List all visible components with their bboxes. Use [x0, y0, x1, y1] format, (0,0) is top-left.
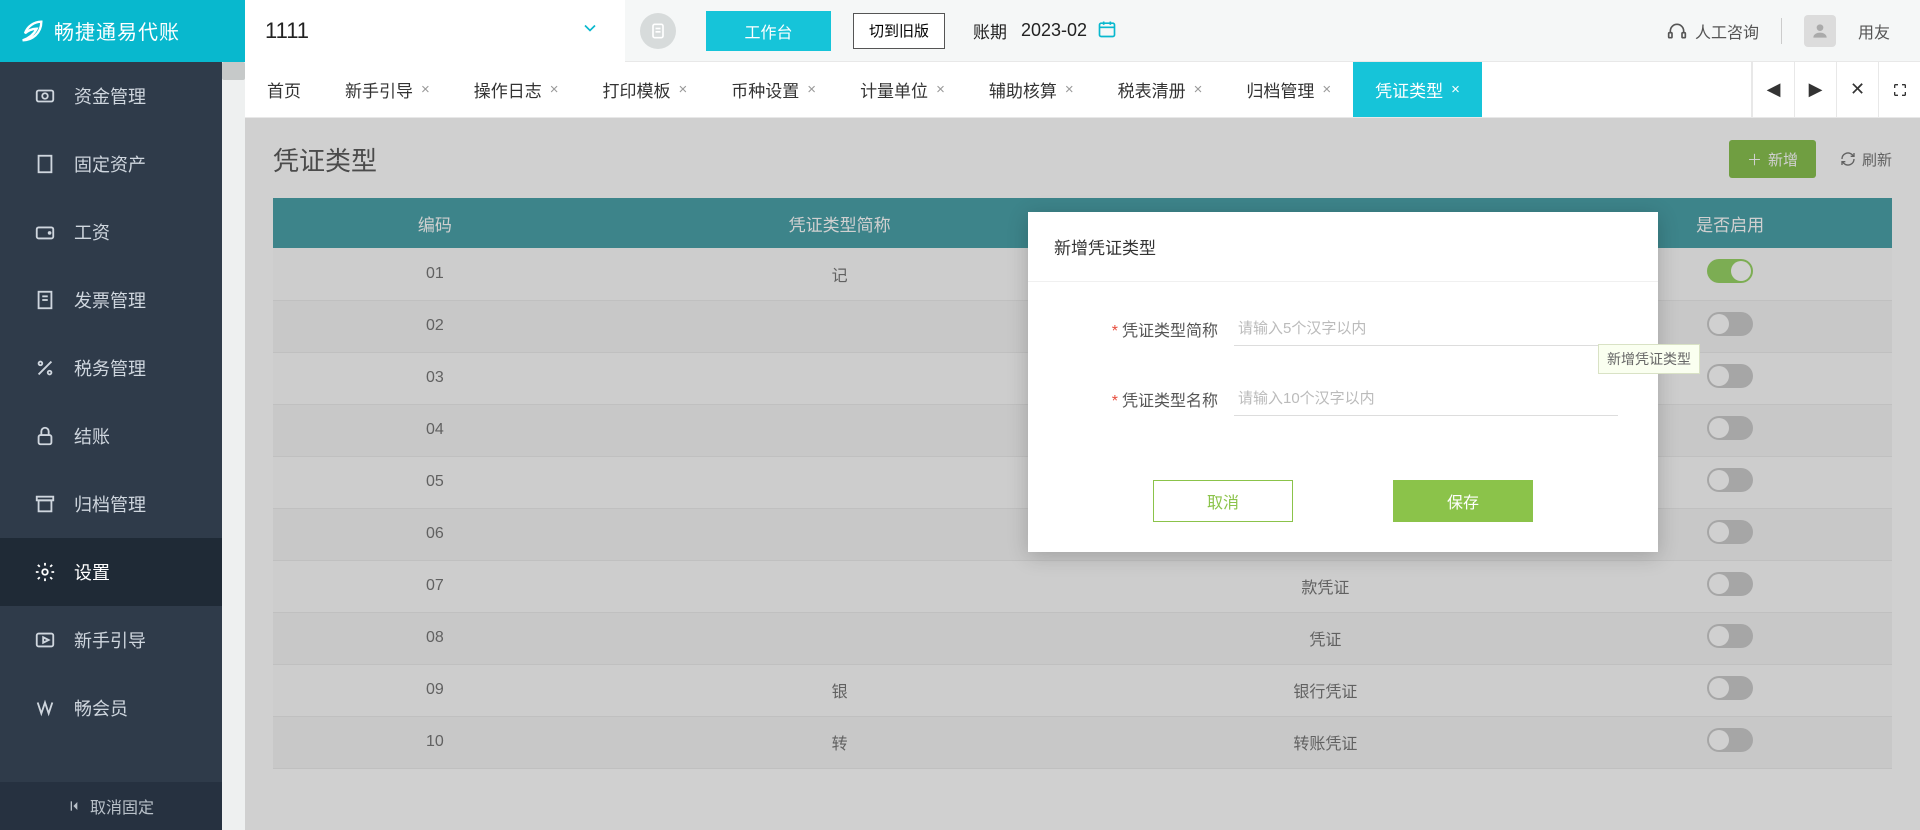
wallet-icon — [34, 221, 56, 243]
workbench-button[interactable]: 工作台 — [706, 11, 831, 51]
tab-计量单位[interactable]: 计量单位 × — [838, 62, 967, 117]
sidebar-item-funds[interactable]: 资金管理 — [0, 62, 222, 130]
close-icon[interactable]: × — [550, 81, 559, 98]
sidebar-item-salary[interactable]: 工资 — [0, 198, 222, 266]
sidebar-unpin[interactable]: 取消固定 — [0, 782, 222, 830]
field-name-label: *凭证类型名称 — [1068, 387, 1218, 411]
receipt-icon — [34, 289, 56, 311]
tab-打印模板[interactable]: 打印模板 × — [581, 62, 710, 117]
field-short-label: *凭证类型简称 — [1068, 317, 1218, 341]
modal-title: 新增凭证类型 — [1028, 212, 1658, 282]
tab-辅助核算[interactable]: 辅助核算 × — [967, 62, 1096, 117]
tab-label: 币种设置 — [731, 77, 799, 102]
separator — [1781, 18, 1782, 44]
close-icon[interactable]: × — [1322, 81, 1331, 98]
tab-label: 凭证类型 — [1375, 77, 1443, 102]
chevron-down-icon — [580, 18, 600, 44]
play-icon — [34, 629, 56, 651]
percent-icon — [34, 357, 56, 379]
tab-label: 辅助核算 — [989, 77, 1057, 102]
tab-label: 新手引导 — [345, 77, 413, 102]
scroll-up-arrow[interactable] — [222, 62, 245, 80]
company-selector[interactable]: 1111 — [245, 0, 625, 62]
tab-label: 税表清册 — [1118, 77, 1186, 102]
money-icon — [34, 85, 56, 107]
old-version-button[interactable]: 切到旧版 — [853, 13, 945, 49]
avatar[interactable] — [1804, 15, 1836, 47]
sidebar-item-archive[interactable]: 归档管理 — [0, 470, 222, 538]
voucher-name-input[interactable] — [1234, 382, 1618, 416]
tab-label: 操作日志 — [474, 77, 542, 102]
tab-fullscreen[interactable] — [1878, 62, 1920, 118]
close-icon[interactable]: × — [1451, 81, 1460, 98]
fullscreen-icon — [1892, 82, 1908, 98]
tab-close-all[interactable]: ✕ — [1836, 62, 1878, 118]
close-icon[interactable]: × — [1065, 81, 1074, 98]
close-icon[interactable]: × — [807, 81, 816, 98]
tab-新手引导[interactable]: 新手引导 × — [323, 62, 452, 117]
calendar-icon[interactable] — [1097, 19, 1117, 42]
topbar: 畅捷通易代账 1111 工作台 切到旧版 账期 2023-02 人工咨询 — [0, 0, 1920, 62]
tab-首页[interactable]: 首页 — [245, 62, 323, 117]
add-voucher-type-modal: 新增凭证类型 *凭证类型简称 *凭证类型名称 取消 保存 — [1028, 212, 1658, 552]
tabbar: 首页新手引导×操作日志×打印模板×币种设置×计量单位×辅助核算×税表清册×归档管… — [245, 62, 1920, 118]
sidebar-item-vip[interactable]: 畅会员 — [0, 674, 222, 742]
brand-logo: 畅捷通易代账 — [0, 0, 245, 62]
save-button[interactable]: 保存 — [1393, 480, 1533, 522]
voucher-short-input[interactable] — [1234, 312, 1618, 346]
lock-icon — [34, 425, 56, 447]
add-tooltip: 新增凭证类型 — [1598, 344, 1700, 374]
sidebar-item-invoice[interactable]: 发票管理 — [0, 266, 222, 334]
building-icon — [34, 153, 56, 175]
close-icon[interactable]: × — [679, 81, 688, 98]
username[interactable]: 用友 — [1858, 19, 1890, 43]
close-icon[interactable]: × — [936, 81, 945, 98]
tab-label: 归档管理 — [1246, 77, 1314, 102]
period-value[interactable]: 2023-02 — [1021, 20, 1087, 41]
sidebar-item-settings[interactable]: 设置 — [0, 538, 222, 606]
user-icon — [1810, 21, 1830, 41]
brand-feather-icon — [18, 17, 46, 45]
tab-凭证类型[interactable]: 凭证类型 × — [1353, 62, 1482, 117]
tab-归档管理[interactable]: 归档管理 × — [1224, 62, 1353, 117]
tab-币种设置[interactable]: 币种设置 × — [709, 62, 838, 117]
tab-scroll-right[interactable]: ▶ — [1794, 62, 1836, 118]
close-icon[interactable]: × — [421, 81, 430, 98]
sidebar: 资金管理 固定资产 工资 发票管理 税务管理 结账 归档管理 设置 新手引导 畅… — [0, 62, 222, 830]
tab-scroll-left[interactable]: ◀ — [1752, 62, 1794, 118]
tab-label: 计量单位 — [860, 77, 928, 102]
archive-icon — [34, 493, 56, 515]
gear-icon — [34, 561, 56, 583]
clipboard-icon[interactable] — [640, 13, 676, 49]
sidebar-item-tax[interactable]: 税务管理 — [0, 334, 222, 402]
sidebar-item-assets[interactable]: 固定资产 — [0, 130, 222, 198]
sidebar-item-closing[interactable]: 结账 — [0, 402, 222, 470]
consult-link[interactable]: 人工咨询 — [1667, 19, 1759, 43]
headset-icon — [1667, 21, 1687, 41]
tab-操作日志[interactable]: 操作日志 × — [452, 62, 581, 117]
tab-税表清册[interactable]: 税表清册 × — [1096, 62, 1225, 117]
sidebar-scrollbar[interactable] — [222, 62, 245, 830]
period-label: 账期 — [973, 18, 1007, 43]
close-icon[interactable]: × — [1194, 81, 1203, 98]
tab-label: 首页 — [267, 77, 301, 102]
collapse-icon — [68, 798, 84, 814]
tab-label: 打印模板 — [603, 77, 671, 102]
vip-icon — [34, 697, 56, 719]
cancel-button[interactable]: 取消 — [1153, 480, 1293, 522]
sidebar-item-guide[interactable]: 新手引导 — [0, 606, 222, 674]
